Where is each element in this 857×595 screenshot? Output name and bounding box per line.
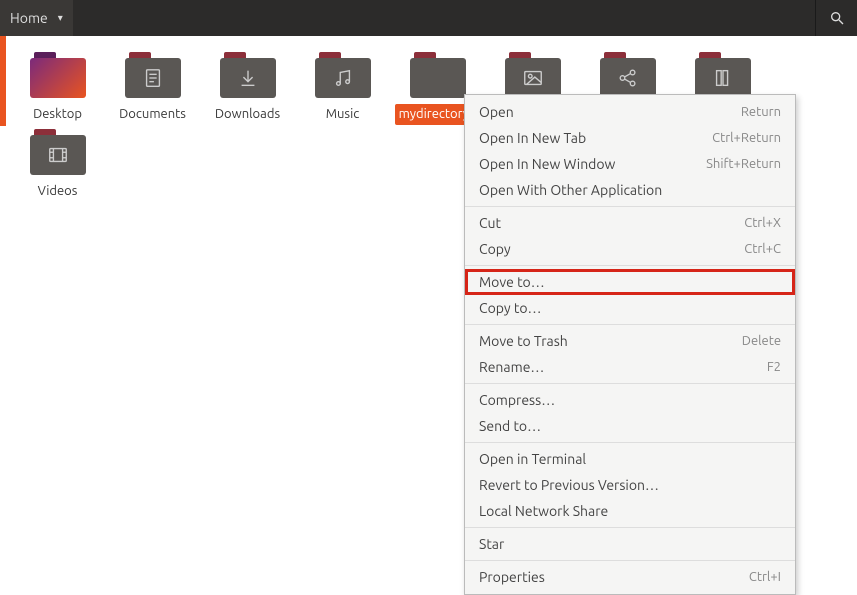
menu-item-copy-to[interactable]: Copy to… (465, 295, 795, 321)
search-icon (829, 10, 845, 26)
menu-item-cut[interactable]: CutCtrl+X (465, 210, 795, 236)
menu-item-label: Open (479, 104, 741, 120)
menu-item-shortcut: F2 (767, 360, 781, 374)
menu-separator (465, 265, 795, 266)
menu-item-star[interactable]: Star (465, 531, 795, 557)
menu-item-open-in-new-window[interactable]: Open In New WindowShift+Return (465, 151, 795, 177)
menu-item-rename[interactable]: Rename…F2 (465, 354, 795, 380)
menu-item-properties[interactable]: PropertiesCtrl+I (465, 564, 795, 590)
template-icon (712, 67, 734, 89)
menu-item-open-in-terminal[interactable]: Open in Terminal (465, 446, 795, 472)
menu-item-label: Revert to Previous Version… (479, 477, 781, 493)
menu-separator (465, 324, 795, 325)
folder-icon (30, 52, 86, 98)
menu-item-shortcut: Ctrl+I (749, 570, 781, 584)
menu-item-open-in-new-tab[interactable]: Open In New TabCtrl+Return (465, 125, 795, 151)
menu-item-move-to[interactable]: Move to… (465, 269, 795, 295)
download-icon (237, 67, 259, 89)
folder-item-downloads[interactable]: Downloads (200, 48, 295, 125)
folder-label: Documents (115, 104, 190, 125)
menu-separator (465, 383, 795, 384)
menu-item-open-with-other-application[interactable]: Open With Other Application (465, 177, 795, 203)
menu-item-label: Open In New Tab (479, 130, 712, 146)
folder-label: Downloads (211, 104, 284, 125)
folder-icon (410, 52, 466, 98)
menu-item-label: Send to… (479, 418, 781, 434)
menu-item-send-to[interactable]: Send to… (465, 413, 795, 439)
folder-icon (695, 52, 751, 98)
folder-label: Music (322, 104, 364, 125)
menu-item-local-network-share[interactable]: Local Network Share (465, 498, 795, 524)
menu-item-compress[interactable]: Compress… (465, 387, 795, 413)
doc-icon (142, 67, 164, 89)
menu-separator (465, 560, 795, 561)
menu-item-shortcut: Ctrl+C (744, 242, 781, 256)
menu-item-label: Move to Trash (479, 333, 742, 349)
folder-item-music[interactable]: Music (295, 48, 390, 125)
menu-item-label: Local Network Share (479, 503, 781, 519)
menu-item-label: Star (479, 536, 781, 552)
folder-icon (315, 52, 371, 98)
menu-item-copy[interactable]: CopyCtrl+C (465, 236, 795, 262)
folder-icon (600, 52, 656, 98)
menu-item-shortcut: Ctrl+Return (712, 131, 781, 145)
video-icon (47, 144, 69, 166)
folder-label: Desktop (29, 104, 86, 125)
menu-item-shortcut: Shift+Return (706, 157, 781, 171)
context-menu: OpenReturnOpen In New TabCtrl+ReturnOpen… (464, 94, 796, 595)
menu-separator (465, 527, 795, 528)
share-icon (617, 67, 639, 89)
menu-item-label: Open With Other Application (479, 182, 781, 198)
folder-icon (505, 52, 561, 98)
menu-item-label: Open In New Window (479, 156, 706, 172)
menu-item-shortcut: Ctrl+X (744, 216, 781, 230)
menu-item-shortcut: Return (741, 105, 781, 119)
menu-separator (465, 206, 795, 207)
menu-item-label: Open in Terminal (479, 451, 781, 467)
menu-item-label: Properties (479, 569, 749, 585)
menu-item-move-to-trash[interactable]: Move to TrashDelete (465, 328, 795, 354)
chevron-down-icon: ▾ (58, 12, 63, 24)
folder-label: Videos (34, 181, 82, 202)
menu-item-revert-to-previous-version[interactable]: Revert to Previous Version… (465, 472, 795, 498)
menu-item-label: Copy (479, 241, 744, 257)
topbar: Home ▾ (0, 0, 857, 36)
folder-item-documents[interactable]: Documents (105, 48, 200, 125)
menu-item-open[interactable]: OpenReturn (465, 99, 795, 125)
folder-icon (125, 52, 181, 98)
sidebar-strip (0, 36, 6, 126)
folder-item-desktop[interactable]: Desktop (10, 48, 105, 125)
menu-item-label: Move to… (479, 274, 781, 290)
menu-separator (465, 442, 795, 443)
menu-item-label: Copy to… (479, 300, 781, 316)
folder-item-videos[interactable]: Videos (10, 125, 105, 202)
menu-item-label: Compress… (479, 392, 781, 408)
breadcrumb-label: Home (10, 10, 48, 26)
breadcrumb-home[interactable]: Home ▾ (0, 0, 73, 36)
music-icon (332, 67, 354, 89)
picture-icon (522, 67, 544, 89)
menu-item-shortcut: Delete (742, 334, 781, 348)
folder-icon (30, 129, 86, 175)
menu-item-label: Rename… (479, 359, 767, 375)
folder-icon (220, 52, 276, 98)
search-button[interactable] (815, 0, 857, 36)
menu-item-label: Cut (479, 215, 744, 231)
